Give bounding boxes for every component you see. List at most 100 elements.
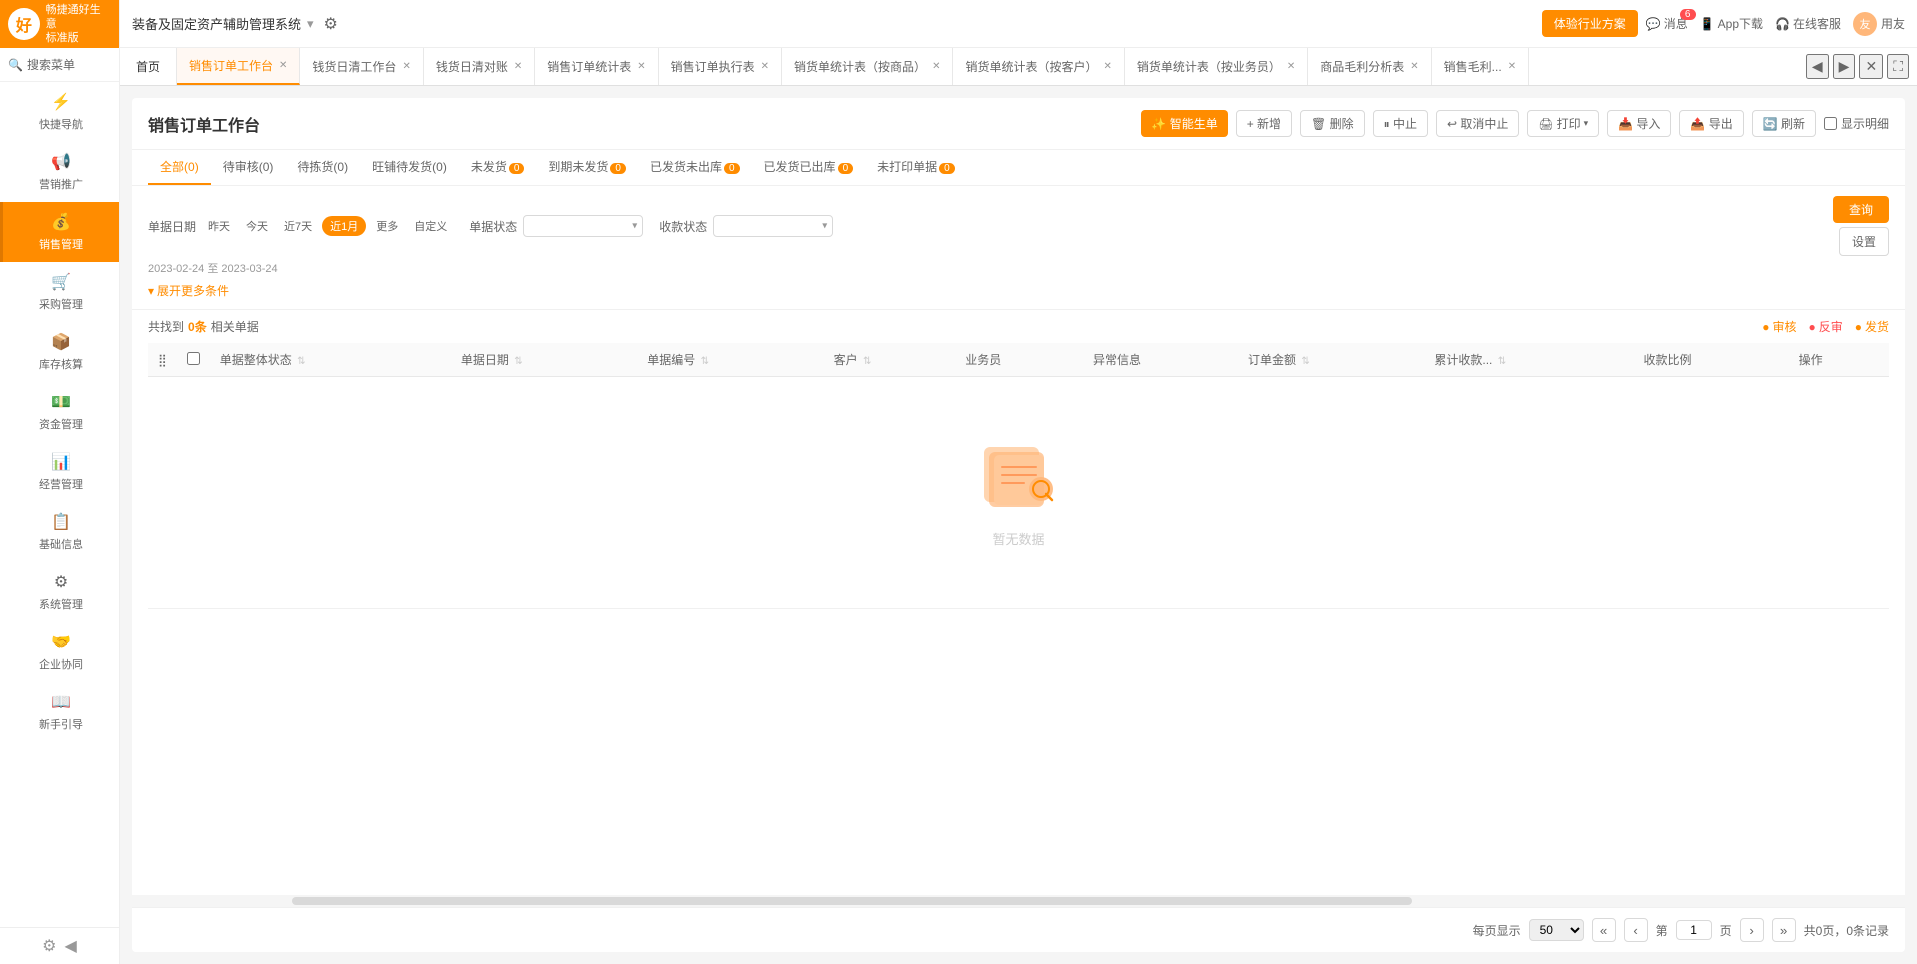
tab-close-icon[interactable]: ✕ — [761, 61, 769, 72]
stop-button[interactable]: ⏸ 中止 — [1373, 110, 1428, 137]
date-more-btn[interactable]: 更多 — [370, 216, 404, 236]
settings-bottom-btn[interactable]: ⚙ — [42, 936, 56, 956]
subtab-pending-audit[interactable]: 待审核(0) — [211, 150, 286, 185]
sidebar-item-system[interactable]: ⚙ 系统管理 — [0, 562, 119, 622]
tab-sales-stats[interactable]: 销售订单统计表 ✕ — [535, 48, 658, 85]
audit-btn[interactable]: ● 审核 — [1762, 318, 1796, 335]
tab-qianhuori[interactable]: 钱货日清工作台 ✕ — [300, 48, 423, 85]
table-area: 共找到 0条 相关单据 ● 审核 ● 反审 — [132, 310, 1905, 895]
subtab-overdue[interactable]: 到期未发货0 — [536, 150, 638, 185]
tab-staff-stats[interactable]: 销货单统计表（按业务员） ✕ — [1125, 48, 1308, 85]
sort-number-icon[interactable]: ⇅ — [701, 356, 709, 367]
title-dropdown-arrow[interactable]: ▾ — [307, 16, 314, 32]
online-service-btn[interactable]: 🎧 在线客服 — [1775, 15, 1841, 32]
finance-icon: 💵 — [51, 392, 71, 412]
scrollbar-thumb[interactable] — [292, 897, 1412, 905]
set-button[interactable]: 设置 — [1839, 227, 1889, 256]
sidebar-item-quick[interactable]: ⚡ 快捷导航 — [0, 82, 119, 142]
date-custom-btn[interactable]: 自定义 — [408, 216, 453, 236]
tab-customer-stats[interactable]: 销货单统计表（按客户） ✕ — [953, 48, 1124, 85]
tab-close-icon[interactable]: ✕ — [1410, 61, 1418, 72]
query-button[interactable]: 查询 — [1833, 196, 1889, 223]
sort-collected-icon[interactable]: ⇅ — [1498, 356, 1506, 367]
subtab-shipped-not-out[interactable]: 已发货未出库0 — [638, 150, 752, 185]
prev-page-btn[interactable]: ‹ — [1624, 918, 1648, 942]
print-button[interactable]: 🖨 🖨 打印 打印 ▾ — [1527, 110, 1599, 137]
tab-gross-profit[interactable]: 商品毛利分析表 ✕ — [1308, 48, 1431, 85]
page-number-input[interactable] — [1676, 920, 1712, 940]
sidebar-item-search[interactable]: 🔍 搜索菜单 — [0, 48, 119, 82]
tab-home[interactable]: 首页 — [120, 48, 177, 85]
next-page-btn[interactable]: › — [1740, 918, 1764, 942]
date-1month-btn[interactable]: 近1月 — [322, 216, 366, 236]
sidebar-item-cooperation[interactable]: 🤝 企业协同 — [0, 622, 119, 682]
tab-nav-next[interactable]: ▶ — [1833, 54, 1856, 79]
detail-checkbox[interactable] — [1824, 117, 1837, 130]
app-download-btn[interactable]: 📱 App下载 — [1700, 15, 1763, 32]
message-btn[interactable]: 💬 消息 6 — [1646, 15, 1688, 32]
sidebar-item-sales[interactable]: 💰 销售管理 — [0, 202, 119, 262]
tab-duizhang[interactable]: 钱货日清对账 ✕ — [424, 48, 535, 85]
tab-close-icon[interactable]: ✕ — [1287, 61, 1295, 72]
sidebar-item-basic[interactable]: 📋 基础信息 — [0, 502, 119, 562]
add-button[interactable]: + 新增 — [1236, 110, 1292, 137]
tab-product-stats[interactable]: 销货单统计表（按商品） ✕ — [782, 48, 953, 85]
subtab-wangpu-pending[interactable]: 旺铺待发货(0) — [360, 150, 459, 185]
date-today-btn[interactable]: 今天 — [240, 216, 274, 236]
tab-close-icon[interactable]: ✕ — [402, 61, 410, 72]
user-menu[interactable]: 友 用友 — [1853, 12, 1905, 36]
first-page-btn[interactable]: « — [1592, 918, 1616, 942]
date-yesterday-btn[interactable]: 昨天 — [202, 216, 236, 236]
collapse-btn[interactable]: ◀ — [65, 936, 77, 956]
tab-sales-exec[interactable]: 销售订单执行表 ✕ — [659, 48, 782, 85]
tab-fullscreen[interactable]: ⛶ — [1887, 54, 1909, 79]
collect-filter: 收款状态 — [659, 215, 833, 237]
delete-button[interactable]: 🗑 删除 — [1300, 110, 1365, 137]
industry-solution-button[interactable]: 体验行业方案 — [1542, 10, 1638, 37]
subtab-pending-pick[interactable]: 待拣货(0) — [285, 150, 360, 185]
date-7days-btn[interactable]: 近7天 — [278, 216, 318, 236]
sort-customer-icon[interactable]: ⇅ — [863, 356, 871, 367]
tab-close-icon[interactable]: ✕ — [932, 61, 940, 72]
date-filter-label: 单据日期 — [148, 218, 196, 235]
tab-sales-more[interactable]: 销售毛利... ✕ — [1432, 48, 1529, 85]
tab-close-icon[interactable]: ✕ — [279, 60, 287, 71]
sidebar-item-inventory[interactable]: 📦 库存核算 — [0, 322, 119, 382]
sidebar-item-finance[interactable]: 💵 资金管理 — [0, 382, 119, 442]
subtab-all[interactable]: 全部(0) — [148, 150, 211, 185]
tab-close-icon[interactable]: ✕ — [514, 61, 522, 72]
sidebar-item-marketing[interactable]: 📢 营销推广 — [0, 142, 119, 202]
refresh-button[interactable]: 🔄 刷新 — [1752, 110, 1816, 137]
sort-amount-icon[interactable]: ⇅ — [1301, 356, 1309, 367]
tab-close-icon[interactable]: ✕ — [637, 61, 645, 72]
unaudit-btn[interactable]: ● 反审 — [1808, 318, 1842, 335]
check-all[interactable] — [187, 352, 200, 365]
sidebar-item-purchase[interactable]: 🛒 采购管理 — [0, 262, 119, 322]
tab-sales-workbench[interactable]: 销售订单工作台 ✕ — [177, 48, 300, 85]
sidebar-item-guide[interactable]: 📖 新手引导 — [0, 682, 119, 742]
subtab-undelivered[interactable]: 未发货0 — [459, 150, 537, 185]
sort-status-icon[interactable]: ⇅ — [297, 356, 305, 367]
export-button[interactable]: 📤 导出 — [1679, 110, 1743, 137]
smart-create-button[interactable]: ✨ 智能生单 — [1141, 110, 1227, 137]
status-select[interactable] — [523, 215, 643, 237]
deliver-btn[interactable]: ● 发货 — [1855, 318, 1889, 335]
horizontal-scrollbar[interactable] — [132, 895, 1905, 907]
summary-text2: 相关单据 — [211, 318, 259, 335]
expand-filter-btn[interactable]: ▾ 展开更多条件 — [148, 282, 1889, 299]
subtab-not-printed[interactable]: 未打印单据0 — [865, 150, 967, 185]
tab-close-icon[interactable]: ✕ — [1103, 61, 1111, 72]
last-page-btn[interactable]: » — [1772, 918, 1796, 942]
collect-select[interactable] — [713, 215, 833, 237]
tab-close-icon[interactable]: ✕ — [1508, 61, 1516, 72]
detail-checkbox-label[interactable]: 显示明细 — [1824, 115, 1889, 132]
cancel-stop-button[interactable]: ↩ 取消中止 — [1436, 110, 1519, 137]
topbar-gear-icon[interactable]: ⚙ — [324, 14, 338, 34]
sort-date-icon[interactable]: ⇅ — [514, 356, 522, 367]
per-page-select[interactable]: 50 100 200 — [1529, 919, 1584, 941]
tab-nav-prev[interactable]: ◀ — [1806, 54, 1829, 79]
sidebar-item-management[interactable]: 📊 经营管理 — [0, 442, 119, 502]
tab-close-all[interactable]: ✕ — [1859, 54, 1883, 79]
subtab-shipped-out[interactable]: 已发货已出库0 — [752, 150, 866, 185]
import-button[interactable]: 📥 导入 — [1607, 110, 1671, 137]
